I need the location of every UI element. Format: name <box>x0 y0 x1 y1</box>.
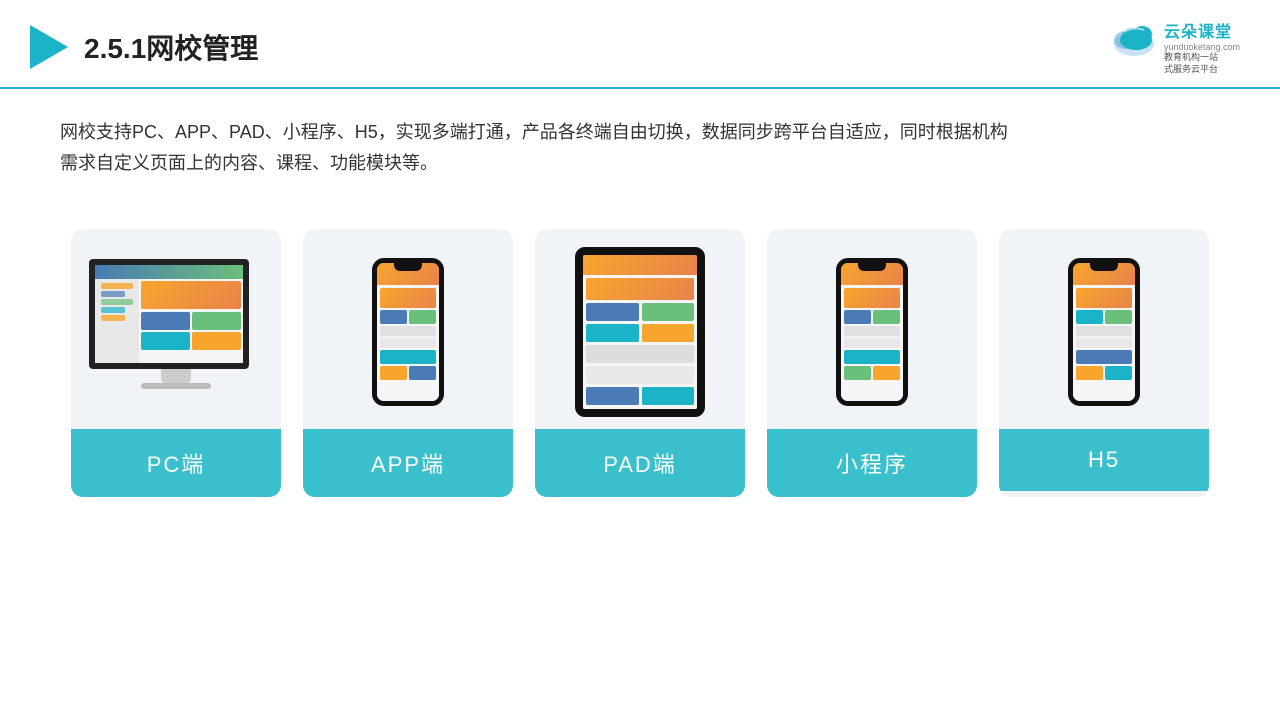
description-text: 网校支持PC、APP、PAD、小程序、H5，实现多端打通，产品各终端自由切换，数… <box>60 122 1008 142</box>
desktop-base <box>141 383 211 389</box>
header: 2.5.1网校管理 云朵课堂 yunduoketang.com 教育机构一站 式… <box>0 0 1280 89</box>
card-h5-label: H5 <box>999 429 1209 491</box>
logo-text-area: 云朵课堂 yunduoketang.com 教育机构一站 式服务云平台 <box>1164 18 1240 75</box>
tablet-header <box>583 255 697 275</box>
logo-slogan: 教育机构一站 式服务云平台 <box>1164 52 1240 75</box>
phone-screen-app <box>377 263 439 401</box>
phone-header-mini <box>841 263 903 285</box>
card-pc-image <box>71 229 281 429</box>
card-app-image <box>303 229 513 429</box>
card-pc: PC端 <box>71 229 281 497</box>
tablet-screen <box>583 255 697 409</box>
card-pc-label: PC端 <box>71 429 281 497</box>
logo-brand: 云朵课堂 <box>1164 18 1240 42</box>
phone-mockup-app <box>372 258 444 406</box>
logo-url: yunduoketang.com <box>1164 42 1240 52</box>
tablet-mockup <box>575 247 705 417</box>
tablet-content <box>583 275 697 409</box>
header-left: 2.5.1网校管理 <box>30 25 258 69</box>
phone-screen-h5 <box>1073 263 1135 401</box>
phone-screen-mini <box>841 263 903 401</box>
description: 网校支持PC、APP、PAD、小程序、H5，实现多端打通，产品各终端自由切换，数… <box>0 89 1280 188</box>
card-h5: H5 <box>999 229 1209 497</box>
page-title: 2.5.1网校管理 <box>84 27 258 67</box>
card-miniprogram-label: 小程序 <box>767 429 977 497</box>
desktop-screen-inner <box>95 265 243 363</box>
card-miniprogram: 小程序 <box>767 229 977 497</box>
phone-header-h5 <box>1073 263 1135 285</box>
cards-container: PC端 <box>0 199 1280 497</box>
card-pad: PAD端 <box>535 229 745 497</box>
card-app: APP端 <box>303 229 513 497</box>
cloud-logo-icon <box>1108 18 1160 58</box>
play-icon <box>30 25 68 69</box>
card-app-label: APP端 <box>303 429 513 497</box>
description-text-line2: 需求自定义页面上的内容、课程、功能模块等。 <box>60 153 438 173</box>
desktop-mockup <box>89 259 264 404</box>
card-pad-label: PAD端 <box>535 429 745 497</box>
card-pad-image <box>535 229 745 429</box>
desktop-stand <box>161 369 191 383</box>
card-miniprogram-image <box>767 229 977 429</box>
phone-mockup-h5 <box>1068 258 1140 406</box>
phone-mockup-mini <box>836 258 908 406</box>
logo: 云朵课堂 yunduoketang.com 教育机构一站 式服务云平台 <box>1108 18 1240 75</box>
card-h5-image <box>999 229 1209 429</box>
phone-header-app <box>377 263 439 285</box>
desktop-screen <box>89 259 249 369</box>
